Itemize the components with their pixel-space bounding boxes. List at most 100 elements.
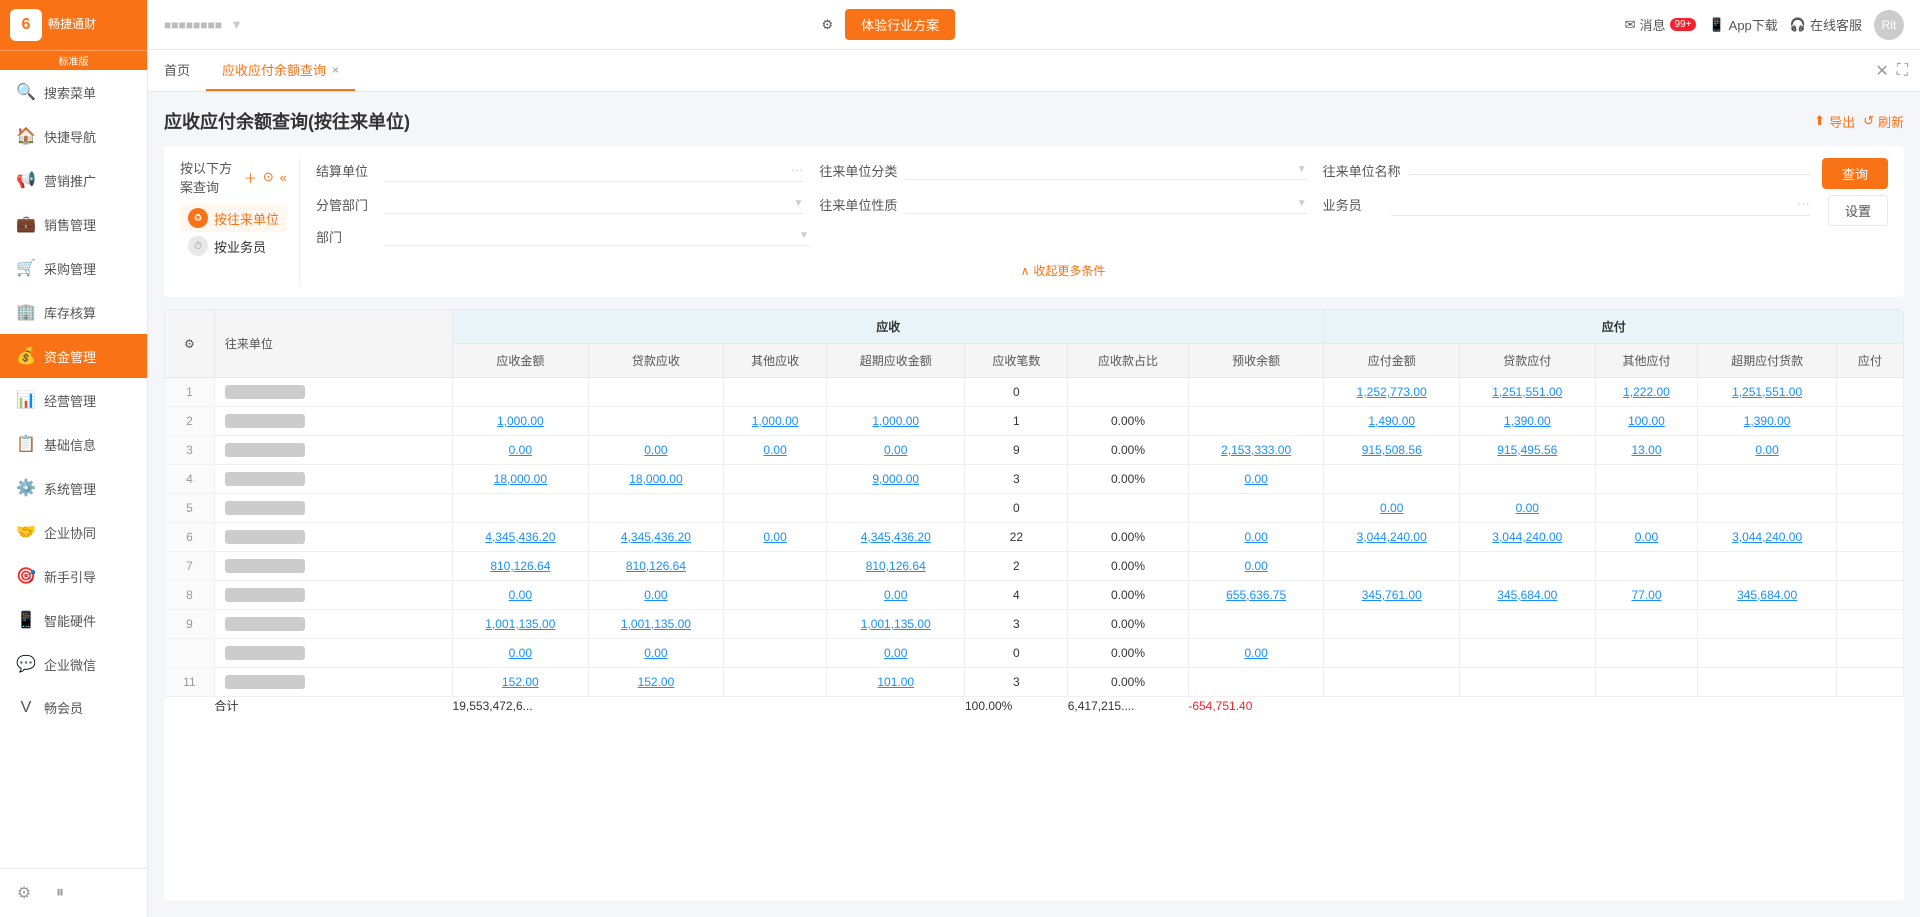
sidebar-item-sales[interactable]: 💼 销售管理	[0, 202, 147, 246]
partner-name-cell: ■■■■■■■	[214, 523, 452, 552]
tab-close-window-icon[interactable]: ✕	[1875, 61, 1888, 81]
partner-name-cell: ■■■■■■■	[214, 407, 452, 436]
settings-bottom-btn[interactable]: ⚙	[10, 879, 38, 907]
message-btn[interactable]: ✉ 消息 99+	[1625, 15, 1697, 34]
collapse-btn[interactable]: ⏸	[46, 879, 74, 907]
main-area: ■■■■■■■■ ▼ ⚙ 体验行业方案 ✉ 消息 99+ 📱 App下载 🎧 在…	[148, 0, 1920, 917]
total-receivable-amount[interactable]: 19,553,472,6...	[453, 697, 589, 715]
breadcrumb-arrow: ▼	[230, 17, 243, 32]
solution-button[interactable]: 体验行业方案	[845, 9, 955, 40]
sidebar-item-operation[interactable]: 📊 经营管理	[0, 378, 147, 422]
refresh-button[interactable]: ↺ 刷新	[1863, 112, 1904, 131]
user-avatar[interactable]: Rit	[1874, 10, 1904, 40]
filter-fields-area: 结算单位 ··· 往来单位分类 ▼	[316, 158, 1888, 285]
sidebar-item-label: 企业协同	[44, 523, 96, 542]
filter-action-buttons: 查询 设置	[1822, 158, 1888, 285]
sidebar-item-guide[interactable]: 🎯 新手引导	[0, 554, 147, 598]
salesperson-input[interactable]: ···	[1391, 192, 1810, 216]
partner-name-cell: ■■■■■■■	[214, 639, 452, 668]
department-select[interactable]: ▼	[384, 226, 809, 246]
partner-name-cell: ■■■■■■■	[214, 581, 452, 610]
dept-select[interactable]: ▼	[384, 194, 803, 214]
user-text: Rit	[1882, 18, 1897, 32]
sidebar-item-label: 基础信息	[44, 435, 96, 454]
sidebar-item-coop[interactable]: 🤝 企业协同	[0, 510, 147, 554]
message-badge: 99+	[1670, 18, 1697, 31]
settlement-label: 结算单位	[316, 161, 376, 180]
filter-layout: 按以下方案查询 ＋ ⊙ « ♻ 按往来单位 ⏱ 按业务员	[180, 158, 1888, 285]
service-btn[interactable]: 🎧 在线客服	[1790, 15, 1862, 34]
arrow-icon[interactable]: «	[280, 170, 287, 185]
sidebar-item-hardware[interactable]: 📱 智能硬件	[0, 598, 147, 642]
sidebar-item-label: 智能硬件	[44, 611, 96, 630]
data-table: ⚙ 往来单位 应收 应付 应收金额 贷款应收 其他应收 超期应收金额 应收笔数 …	[164, 309, 1904, 714]
app-download-btn[interactable]: 📱 App下载	[1708, 15, 1777, 34]
message-icon: ✉	[1625, 17, 1636, 33]
search-icon: 🔍	[16, 82, 36, 102]
query-type-salesperson[interactable]: ⏱ 按业务员	[180, 232, 287, 260]
query-type-partner[interactable]: ♻ 按往来单位	[180, 204, 287, 232]
export-button[interactable]: ⬆ 导出	[1814, 112, 1855, 131]
tab-home-label: 首页	[164, 60, 190, 79]
operation-icon: 📊	[16, 390, 36, 410]
basic-icon: 📋	[16, 434, 36, 454]
sidebar-item-basic[interactable]: 📋 基础信息	[0, 422, 147, 466]
sidebar-item-inventory[interactable]: 🏢 库存核算	[0, 290, 147, 334]
table-row: 8■■■■■■■0.000.000.0040.00%655,636.75345,…	[165, 581, 1904, 610]
tab-close-icon[interactable]: ×	[332, 63, 339, 77]
sidebar-item-label: 营销推广	[44, 171, 96, 190]
sidebar-item-label: 经营管理	[44, 391, 96, 410]
sidebar-item-label: 资金管理	[44, 347, 96, 366]
collapse-more-btn[interactable]: ∧ 收起更多条件	[316, 256, 1810, 285]
filter-group-partner-name: 往来单位名称	[1323, 161, 1810, 180]
purchase-icon: 🛒	[16, 258, 36, 278]
query-button[interactable]: 查询	[1822, 158, 1888, 189]
tab-receivable[interactable]: 应收应付余额查询 ×	[206, 50, 355, 91]
sidebar-item-label: 系统管理	[44, 479, 96, 498]
col-settings[interactable]: ⚙	[165, 310, 215, 378]
sidebar-item-system[interactable]: ⚙️ 系统管理	[0, 466, 147, 510]
marketing-icon: 📢	[16, 170, 36, 190]
data-table-section: ⚙ 往来单位 应收 应付 应收金额 贷款应收 其他应收 超期应收金额 应收笔数 …	[164, 309, 1904, 901]
sidebar-item-finance[interactable]: 💰 资金管理	[0, 334, 147, 378]
partner-name-cell: ■■■■■■■	[214, 552, 452, 581]
refresh-icon: ↺	[1863, 113, 1874, 129]
partner-name-cell: ■■■■■■■	[214, 378, 452, 407]
table-row: 9■■■■■■■1,001,135.001,001,135.001,001,13…	[165, 610, 1904, 639]
table-row: 3■■■■■■■0.000.000.000.0090.00%2,153,333.…	[165, 436, 1904, 465]
sidebar-item-wechat[interactable]: 💬 企业微信	[0, 642, 147, 686]
settings-button[interactable]: 设置	[1828, 195, 1888, 226]
tab-home[interactable]: 首页	[148, 50, 206, 91]
query-type-panel: 按以下方案查询 ＋ ⊙ « ♻ 按往来单位 ⏱ 按业务员	[180, 158, 300, 285]
chevron-down-icon-4: ▼	[799, 230, 809, 241]
page-header: 应收应付余额查询(按往来单位) ⬆ 导出 ↺ 刷新	[164, 108, 1904, 134]
table-row: 1■■■■■■■01,252,773.001,251,551.001,222.0…	[165, 378, 1904, 407]
query-type-title: 按以下方案查询 ＋ ⊙ «	[180, 158, 287, 196]
partner-nature-select[interactable]: ▼	[905, 194, 1306, 214]
col-overdue-receivable: 超期应收金额	[826, 344, 964, 378]
partner-name-input[interactable]	[1409, 166, 1810, 175]
gear-icon: ⚙	[821, 17, 833, 33]
partner-category-select[interactable]: ▼	[905, 160, 1306, 180]
add-query-btn[interactable]: ＋	[244, 168, 257, 187]
settlement-input[interactable]: ···	[384, 158, 803, 182]
tabbar: 首页 应收应付余额查询 × ✕ ⛶	[148, 50, 1920, 92]
sidebar-item-quicknav[interactable]: 🏠 快捷导航	[0, 114, 147, 158]
partner-type-icon: ♻	[188, 208, 208, 228]
col-overdue-payable: 超期应付货款	[1698, 344, 1836, 378]
sidebar-item-purchase[interactable]: 🛒 采购管理	[0, 246, 147, 290]
sidebar: 6 畅捷通财 标准版 🔍 搜索菜单 🏠 快捷导航 📢 营销推广 💼 销售管理 🛒…	[0, 0, 148, 917]
col-payable-amount: 应付金额	[1324, 344, 1460, 378]
filter-row-3: 部门 ▼	[316, 226, 1810, 246]
sidebar-item-search[interactable]: 🔍 搜索菜单	[0, 70, 147, 114]
settings-query-icon[interactable]: ⊙	[263, 169, 274, 185]
partner-nature-label: 往来单位性质	[819, 195, 897, 214]
sidebar-item-marketing[interactable]: 📢 营销推广	[0, 158, 147, 202]
sidebar-item-label: 畅会员	[44, 698, 83, 717]
partner-name-cell: ■■■■■■■	[214, 465, 452, 494]
tab-expand-icon[interactable]: ⛶	[1897, 62, 1908, 80]
salesperson-type-icon: ⏱	[188, 236, 208, 256]
gear-btn[interactable]: ⚙	[821, 17, 833, 33]
sidebar-item-member[interactable]: V 畅会员	[0, 686, 147, 729]
sidebar-item-label: 销售管理	[44, 215, 96, 234]
